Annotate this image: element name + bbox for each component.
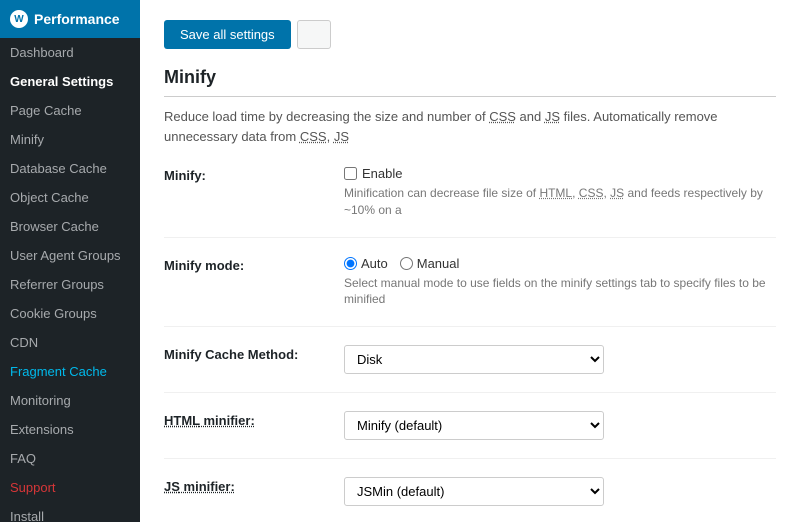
sidebar-item-referrer-groups[interactable]: Referrer Groups xyxy=(0,270,140,299)
sidebar-item-minify[interactable]: Minify xyxy=(0,125,140,154)
sidebar-item-monitoring[interactable]: Monitoring xyxy=(0,386,140,415)
sidebar-item-page-cache[interactable]: Page Cache xyxy=(0,96,140,125)
js-minifier-row: JS minifier: JSMin (default) YUI Compres… xyxy=(164,477,776,522)
html-minifier-select[interactable]: Minify (default) Other xyxy=(344,411,604,440)
html-label-text: HTML xyxy=(164,413,200,428)
html-minifier-control: Minify (default) Other xyxy=(344,411,776,440)
sidebar-item-install[interactable]: Install xyxy=(0,502,140,522)
sidebar-item-database-cache[interactable]: Database Cache xyxy=(0,154,140,183)
sidebar-item-object-cache[interactable]: Object Cache xyxy=(0,183,140,212)
js-hint-ref: JS xyxy=(610,186,624,200)
cache-method-select[interactable]: Disk Memcached Redis xyxy=(344,345,604,374)
minify-mode-row: Minify mode: Auto Manual Select manual m… xyxy=(164,256,776,328)
top-buttons: Save all settings xyxy=(164,20,776,49)
sidebar-item-dashboard[interactable]: Dashboard xyxy=(0,38,140,67)
minify-mode-control: Auto Manual Select manual mode to use fi… xyxy=(344,256,776,309)
main-content: Save all settings Minify Reduce load tim… xyxy=(140,0,800,522)
html-minifier-row: HTML minifier: Minify (default) Other xyxy=(164,411,776,459)
minify-control: Enable Minification can decrease file si… xyxy=(344,166,776,219)
sidebar-item-cdn[interactable]: CDN xyxy=(0,328,140,357)
sidebar-title: Performance xyxy=(34,11,120,27)
mode-auto-radio[interactable] xyxy=(344,257,357,270)
js-label-text: JS xyxy=(164,479,180,494)
minify-checkbox-label[interactable]: Enable xyxy=(344,166,776,181)
js-minifier-label: JS minifier: xyxy=(164,477,344,494)
js-minifier-select[interactable]: JSMin (default) YUI Compressor Closure C… xyxy=(344,477,604,506)
sidebar-item-cookie-groups[interactable]: Cookie Groups xyxy=(0,299,140,328)
sidebar-header: W Performance xyxy=(0,0,140,38)
logo-icon: W xyxy=(10,10,28,28)
mode-manual-label[interactable]: Manual xyxy=(400,256,460,271)
cache-method-control: Disk Memcached Redis xyxy=(344,345,776,374)
minify-row: Minify: Enable Minification can decrease… xyxy=(164,166,776,238)
cache-method-label: Minify Cache Method: xyxy=(164,345,344,362)
top-secondary-button[interactable] xyxy=(297,20,331,49)
sidebar: W Performance Dashboard General Settings… xyxy=(0,0,140,522)
js-minifier-control: JSMin (default) YUI Compressor Closure C… xyxy=(344,477,776,506)
css-ref: CSS xyxy=(489,109,516,124)
sidebar-item-fragment-cache[interactable]: Fragment Cache xyxy=(0,357,140,386)
sidebar-item-general-settings[interactable]: General Settings xyxy=(0,67,140,96)
css-hint-ref: CSS xyxy=(579,186,604,200)
css-ref2: CSS xyxy=(300,129,327,144)
sidebar-nav: Dashboard General Settings Page Cache Mi… xyxy=(0,38,140,522)
section-description: Reduce load time by decreasing the size … xyxy=(164,107,776,146)
mode-radio-group: Auto Manual xyxy=(344,256,776,271)
html-hint-ref: HTML xyxy=(539,186,572,200)
js-ref: JS xyxy=(545,109,560,124)
content-area: Save all settings Minify Reduce load tim… xyxy=(140,0,800,522)
mode-manual-radio[interactable] xyxy=(400,257,413,270)
sidebar-item-extensions[interactable]: Extensions xyxy=(0,415,140,444)
sidebar-item-browser-cache[interactable]: Browser Cache xyxy=(0,212,140,241)
mode-hint: Select manual mode to use fields on the … xyxy=(344,275,776,309)
minify-label: Minify: xyxy=(164,166,344,183)
minify-mode-label: Minify mode: xyxy=(164,256,344,273)
minify-checkbox[interactable] xyxy=(344,167,357,180)
mode-auto-label[interactable]: Auto xyxy=(344,256,388,271)
sidebar-item-faq[interactable]: FAQ xyxy=(0,444,140,473)
js-ref2: JS xyxy=(334,129,349,144)
html-minifier-label: HTML minifier: xyxy=(164,411,344,428)
top-save-button[interactable]: Save all settings xyxy=(164,20,291,49)
cache-method-row: Minify Cache Method: Disk Memcached Redi… xyxy=(164,345,776,393)
section-title: Minify xyxy=(164,67,776,97)
minify-hint: Minification can decrease file size of H… xyxy=(344,185,776,219)
sidebar-item-support[interactable]: Support xyxy=(0,473,140,502)
sidebar-item-user-agent-groups[interactable]: User Agent Groups xyxy=(0,241,140,270)
